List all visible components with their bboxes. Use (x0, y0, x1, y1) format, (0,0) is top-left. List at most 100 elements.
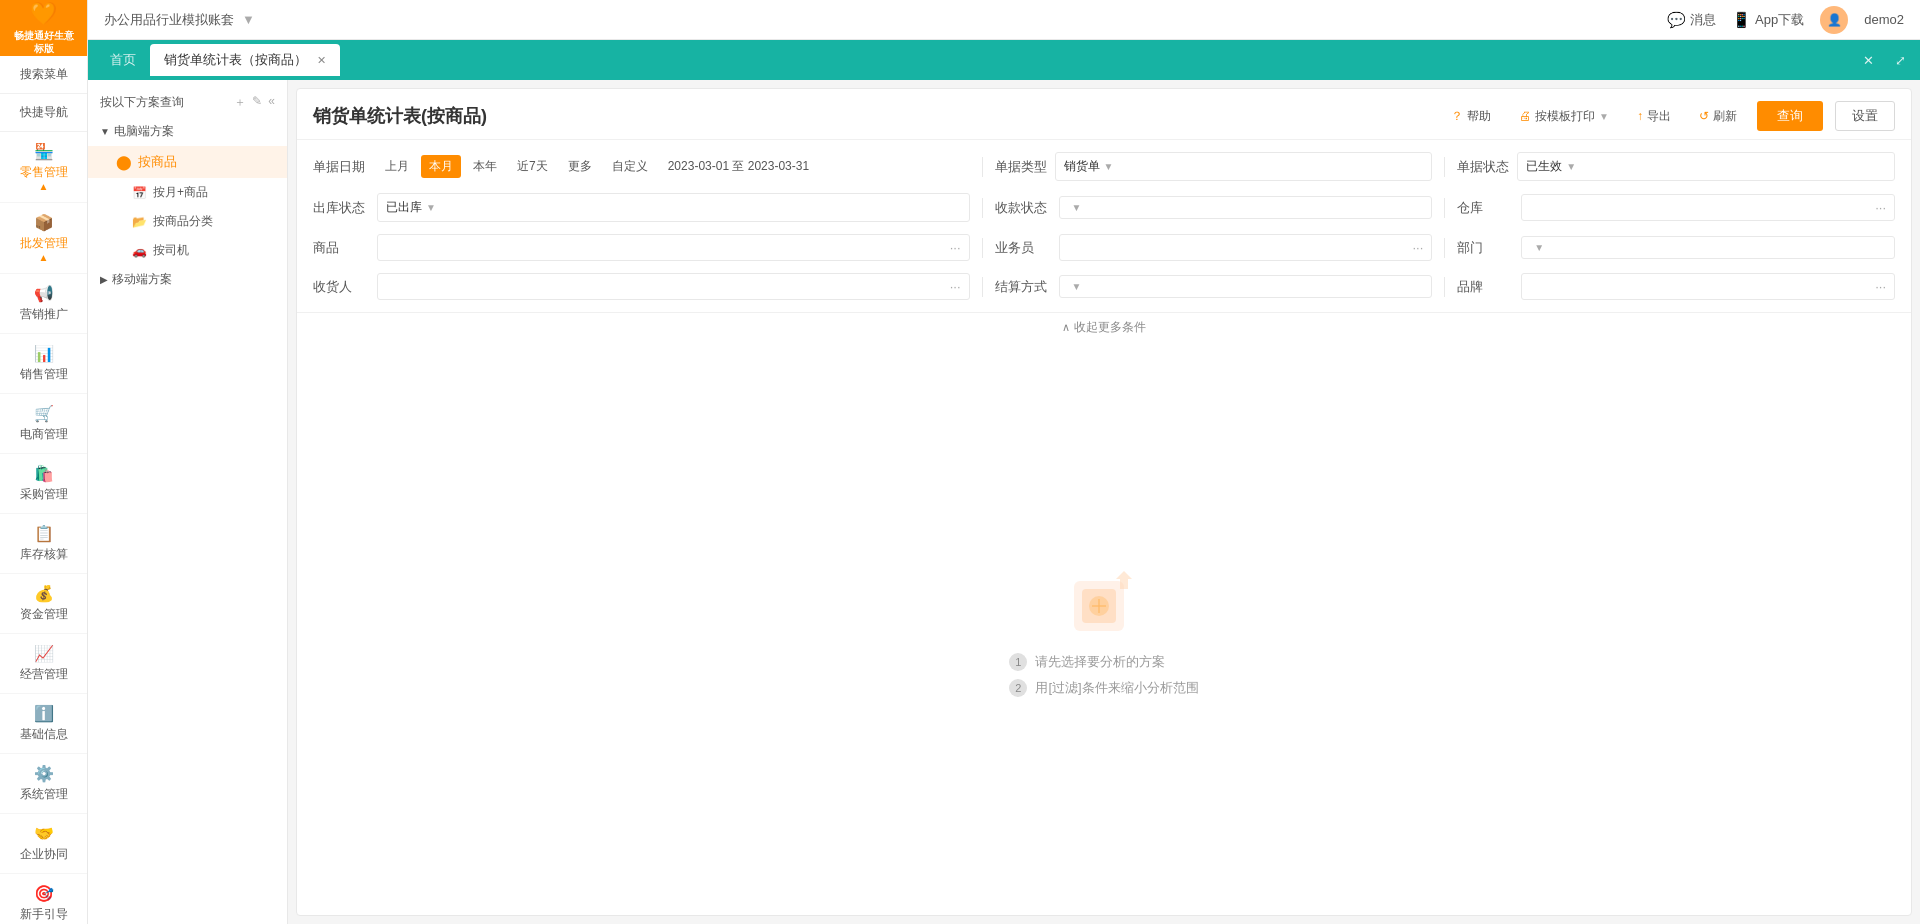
sidebar-quick[interactable]: 快捷导航 (0, 94, 87, 132)
date-tab-this-month[interactable]: 本月 (421, 155, 461, 178)
query-button[interactable]: 查询 (1757, 101, 1823, 131)
tree-item-by-product[interactable]: ⬤ 按商品 (88, 146, 287, 178)
tree-item-by-month-product[interactable]: 📅 按月+商品 (88, 178, 287, 207)
workspace-dropdown-icon[interactable]: ▼ (242, 12, 255, 27)
receiver-label: 收货人 (313, 278, 369, 296)
date-label: 单据日期 (313, 158, 369, 176)
date-tab-last-month[interactable]: 上月 (377, 155, 417, 178)
user-avatar[interactable]: 👤 (1820, 6, 1848, 34)
settlement-label: 结算方式 (995, 278, 1051, 296)
sidebar-item-finance[interactable]: 💰 资金管理 (0, 574, 87, 634)
user-name[interactable]: demo2 (1864, 12, 1904, 27)
message-btn[interactable]: 💬 消息 (1667, 11, 1716, 29)
tree-group-pc: ▼ 电脑端方案 ⬤ 按商品 📅 按月+商品 📂 按商品分类 🚗 按司机 (88, 117, 287, 265)
date-tab-more[interactable]: 更多 (560, 155, 600, 178)
divider-2 (1444, 157, 1445, 177)
sidebar-item-retail[interactable]: 🏪 零售管理 ▲ (0, 132, 87, 203)
edit-scheme-btn[interactable]: ✎ (252, 94, 262, 111)
product-dots[interactable]: ··· (950, 240, 961, 255)
receiver-dots[interactable]: ··· (950, 279, 961, 294)
doc-status-label: 单据状态 (1457, 158, 1509, 176)
guide-icon: 🎯 (34, 884, 54, 903)
purchase-icon: 🛍️ (34, 464, 54, 483)
export-icon: ↑ (1637, 109, 1643, 123)
sidebar-item-system[interactable]: ⚙️ 系统管理 (0, 754, 87, 814)
app-download-btn[interactable]: 📱 App下载 (1732, 11, 1804, 29)
department-dropdown[interactable]: ▼ (1521, 236, 1895, 259)
tab-close-all-btn[interactable]: ✕ (1856, 48, 1880, 72)
sidebar-item-ecommerce[interactable]: 🛒 电商管理 (0, 394, 87, 454)
add-scheme-btn[interactable]: ＋ (234, 94, 246, 111)
sidebar-search[interactable]: 搜索菜单 (0, 56, 87, 94)
export-label: 导出 (1647, 108, 1671, 125)
collapse-label: 收起更多条件 (1074, 319, 1146, 336)
settings-button[interactable]: 设置 (1835, 101, 1895, 131)
collapse-more-btn[interactable]: ∧ 收起更多条件 (297, 312, 1911, 342)
storage-dots[interactable]: ··· (1875, 200, 1886, 215)
tab-expand-btn[interactable]: ⤢ (1888, 48, 1912, 72)
date-tab-custom[interactable]: 自定义 (604, 155, 656, 178)
template-print-label: 按模板打印 (1535, 108, 1595, 125)
download-icon: 📱 (1732, 11, 1751, 29)
filter-settlement: 结算方式 ▼ (995, 275, 1433, 298)
empty-hint-1: 1 请先选择要分析的方案 (1009, 653, 1165, 671)
sidebar-item-cooperation-label: 企业协同 (20, 846, 68, 863)
tree-item-by-cashier[interactable]: 🚗 按司机 (88, 236, 287, 265)
sidebar-item-marketing[interactable]: 📢 营销推广 (0, 274, 87, 334)
sidebar-item-cooperation[interactable]: 🤝 企业协同 (0, 814, 87, 874)
hint-num-2: 2 (1009, 679, 1027, 697)
help-btn[interactable]: ？ 帮助 (1443, 104, 1499, 129)
warehouse-value: 已出库 (386, 199, 422, 216)
print-arrow-icon: ▼ (1599, 111, 1609, 122)
warehouse-dropdown[interactable]: 已出库 ▼ (377, 193, 970, 222)
sidebar-item-wholesale[interactable]: 📦 批发管理 ▲ (0, 203, 87, 274)
sidebar-item-guide[interactable]: 🎯 新手引导 (0, 874, 87, 924)
finance-icon: 💰 (34, 584, 54, 603)
settlement-dropdown[interactable]: ▼ (1059, 275, 1433, 298)
sidebar-item-operations[interactable]: 📈 经营管理 (0, 634, 87, 694)
filter-brand: 品牌 ··· (1457, 273, 1895, 300)
collapse-panel-btn[interactable]: « (268, 94, 275, 111)
payment-dropdown[interactable]: ▼ (1059, 196, 1433, 219)
date-tab-this-year[interactable]: 本年 (465, 155, 505, 178)
ecommerce-icon: 🛒 (34, 404, 54, 423)
refresh-label: 刷新 (1713, 108, 1737, 125)
tree-group-mobile-label[interactable]: ▶ 移动端方案 (88, 265, 287, 294)
date-tab-7days[interactable]: 近7天 (509, 155, 556, 178)
left-panel-title: 按以下方案查询 (100, 94, 184, 111)
marketing-icon: 📢 (34, 284, 54, 303)
template-print-btn[interactable]: 🖨 按模板打印 ▼ (1511, 104, 1617, 129)
tab-bar-actions: ✕ ⤢ (1856, 48, 1912, 72)
warehouse-dropdown-icon: ▼ (426, 202, 436, 213)
sidebar-item-inventory[interactable]: 📋 库存核算 (0, 514, 87, 574)
sidebar-item-sales[interactable]: 📊 销售管理 (0, 334, 87, 394)
sidebar-item-purchase-label: 采购管理 (20, 486, 68, 503)
tab-close-icon[interactable]: ✕ (317, 54, 326, 67)
app-logo: 🧡 畅捷通好生意 标版 (0, 0, 88, 56)
tree-item-by-category[interactable]: 📂 按商品分类 (88, 207, 287, 236)
filter-row-1: 单据日期 上月 本月 本年 近7天 更多 自定义 2023-03-01 至 20… (313, 152, 1895, 181)
brand-dots[interactable]: ··· (1875, 279, 1886, 294)
filter-payment: 收款状态 ▼ (995, 196, 1433, 219)
doc-type-dropdown[interactable]: 销货单 ▼ (1055, 152, 1433, 181)
sidebar-item-basic[interactable]: ℹ️ 基础信息 (0, 694, 87, 754)
doc-status-dropdown[interactable]: 已生效 ▼ (1517, 152, 1895, 181)
export-btn[interactable]: ↑ 导出 (1629, 104, 1679, 129)
help-icon: ？ (1451, 108, 1463, 125)
app-name: 畅捷通好生意 (14, 29, 74, 42)
logo-icon: 🧡 (30, 1, 57, 27)
tab-home[interactable]: 首页 (96, 44, 150, 76)
divider-3 (982, 198, 983, 218)
tree-mobile-arrow: ▶ (100, 274, 108, 285)
doc-type-value: 销货单 (1064, 158, 1100, 175)
tab-report[interactable]: 销货单统计表（按商品） ✕ (150, 44, 340, 76)
tab-home-label: 首页 (110, 51, 136, 69)
tree-group-pc-label[interactable]: ▼ 电脑端方案 (88, 117, 287, 146)
refresh-btn[interactable]: ↺ 刷新 (1691, 104, 1745, 129)
empty-hint-2: 2 用[过滤]条件来缩小分析范围 (1009, 679, 1198, 697)
salesperson-dots[interactable]: ··· (1412, 240, 1423, 255)
doc-type-dropdown-icon: ▼ (1104, 161, 1114, 172)
tree-group-mobile: ▶ 移动端方案 (88, 265, 287, 294)
top-header-right: 💬 消息 📱 App下载 👤 demo2 (1667, 6, 1904, 34)
sidebar-item-purchase[interactable]: 🛍️ 采购管理 (0, 454, 87, 514)
